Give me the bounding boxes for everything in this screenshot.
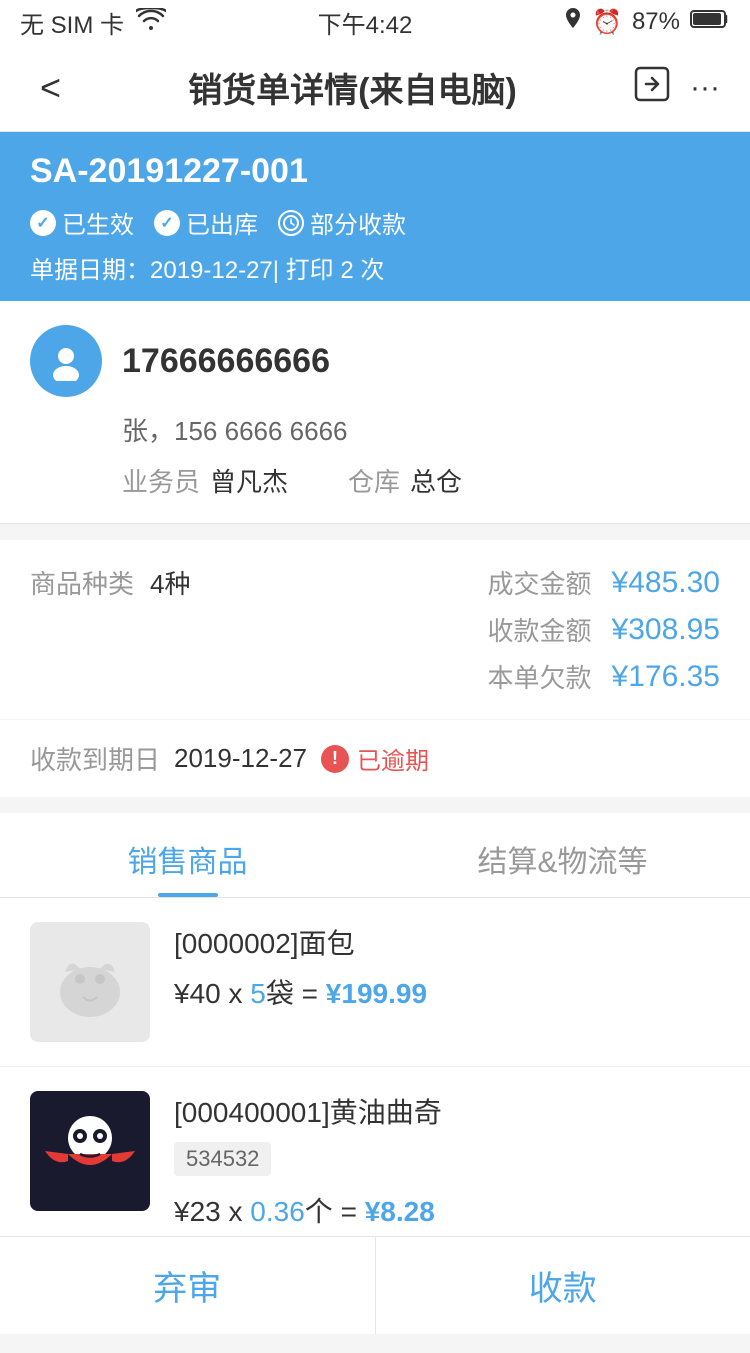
customer-id: 17666666666 — [122, 342, 330, 381]
wifi-icon — [136, 8, 166, 36]
carrier-text: 无 SIM 卡 — [20, 5, 124, 40]
section-divider-1 — [0, 524, 750, 540]
check-icon-effective: ✓ — [30, 210, 56, 236]
overdue-badge: ! 已逾期 — [321, 741, 429, 776]
tab-settlement-logistics[interactable]: 结算&物流等 — [375, 813, 750, 897]
due-date: 2019-12-27 — [174, 743, 307, 774]
product-price-row-bread: ¥40 x 5袋 = ¥199.99 — [174, 972, 720, 1012]
nav-right-actions: ··· — [634, 66, 720, 110]
product-kinds-row: 商品种类 4种 — [30, 564, 190, 601]
order-status-row: ✓ 已生效 ✓ 已出库 部分收款 — [30, 205, 720, 240]
tabs-row: 销售商品 结算&物流等 — [0, 813, 750, 897]
status-right: ⏰ 87% — [564, 8, 730, 37]
debt-label: 本单欠款 — [488, 658, 592, 695]
sales-person: 业务员 曾凡杰 — [122, 462, 288, 499]
summary-left: 商品种类 4种 — [30, 564, 190, 601]
receive-amount: ¥308.95 — [612, 613, 720, 647]
product-sku-cookie: 534532 — [174, 1142, 271, 1176]
alarm-icon: ⏰ — [592, 8, 622, 37]
product-name-bread: [0000002]面包 — [174, 922, 720, 962]
product-name-cookie: [000400001]黄油曲奇 — [174, 1091, 720, 1131]
battery-text: 87% — [632, 8, 680, 36]
debt-row: 本单欠款 ¥176.35 — [488, 658, 720, 695]
clock-icon — [278, 210, 304, 236]
product-info-cookie: [000400001]黄油曲奇 534532 ¥23 x 0.36个 = ¥8.… — [174, 1091, 720, 1230]
status-partial-payment: 部分收款 — [278, 205, 406, 240]
product-thumbnail-bread — [30, 922, 150, 1042]
product-list: [0000002]面包 ¥40 x 5袋 = ¥199.99 — [0, 898, 750, 1255]
reject-button[interactable]: 弃审 — [0, 1237, 376, 1334]
due-date-section: 收款到期日 2019-12-27 ! 已逾期 — [0, 720, 750, 797]
check-icon-delivered: ✓ — [154, 210, 180, 236]
customer-row: 17666666666 — [30, 325, 720, 397]
deal-amount: ¥485.30 — [612, 566, 720, 600]
nav-bar: < 销货单详情(来自电脑) ··· — [0, 44, 750, 132]
product-item: [0000002]面包 ¥40 x 5袋 = ¥199.99 — [0, 898, 750, 1067]
back-button[interactable]: < — [30, 57, 71, 119]
product-tabs: 销售商品 结算&物流等 — [0, 813, 750, 898]
due-label: 收款到期日 — [30, 740, 160, 777]
product-thumbnail-cookie — [30, 1091, 150, 1211]
page-title: 销货单详情(来自电脑) — [188, 63, 517, 112]
product-info-bread: [0000002]面包 ¥40 x 5袋 = ¥199.99 — [174, 922, 720, 1012]
customer-meta: 业务员 曾凡杰 仓库 总仓 — [30, 462, 720, 499]
battery-icon — [690, 8, 730, 36]
product-price-row-cookie: ¥23 x 0.36个 = ¥8.28 — [174, 1190, 720, 1230]
kind-count: 4种 — [150, 564, 190, 601]
order-header-banner: SA-20191227-001 ✓ 已生效 ✓ 已出库 部分收款 单据日期：20… — [0, 132, 750, 301]
receive-amount-row: 收款金额 ¥308.95 — [488, 611, 720, 648]
debt-amount: ¥176.35 — [612, 660, 720, 694]
customer-section: 17666666666 张，156 6666 6666 业务员 曾凡杰 仓库 总… — [0, 301, 750, 524]
summary-right: 成交金额 ¥485.30 收款金额 ¥308.95 本单欠款 ¥176.35 — [488, 564, 720, 695]
overdue-icon: ! — [321, 745, 349, 773]
time-display: 下午4:42 — [318, 5, 413, 40]
overdue-text: 已逾期 — [357, 741, 429, 776]
avatar — [30, 325, 102, 397]
order-id: SA-20191227-001 — [30, 152, 720, 191]
order-summary: 商品种类 4种 成交金额 ¥485.30 收款金额 ¥308.95 本单欠款 ¥… — [0, 540, 750, 719]
status-left: 无 SIM 卡 — [20, 5, 166, 40]
collect-button[interactable]: 收款 — [376, 1237, 750, 1334]
order-date: 单据日期：2019-12-27| 打印 2 次 — [30, 250, 720, 285]
product-item: [000400001]黄油曲奇 534532 ¥23 x 0.36个 = ¥8.… — [0, 1067, 750, 1255]
kind-label: 商品种类 — [30, 564, 134, 601]
bottom-action-bar: 弃审 收款 — [0, 1236, 750, 1334]
more-button[interactable]: ··· — [690, 71, 720, 105]
deal-label: 成交金额 — [488, 564, 592, 601]
receive-label: 收款金额 — [488, 611, 592, 648]
share-button[interactable] — [634, 66, 670, 110]
customer-phone: 张，156 6666 6666 — [30, 411, 720, 448]
warehouse: 仓库 总仓 — [348, 462, 462, 499]
status-delivered: ✓ 已出库 — [154, 205, 258, 240]
status-bar: 无 SIM 卡 下午4:42 ⏰ 87% — [0, 0, 750, 44]
tab-sales-products[interactable]: 销售商品 — [0, 813, 375, 897]
status-effective: ✓ 已生效 — [30, 205, 134, 240]
location-icon — [564, 8, 582, 37]
deal-amount-row: 成交金额 ¥485.30 — [488, 564, 720, 601]
